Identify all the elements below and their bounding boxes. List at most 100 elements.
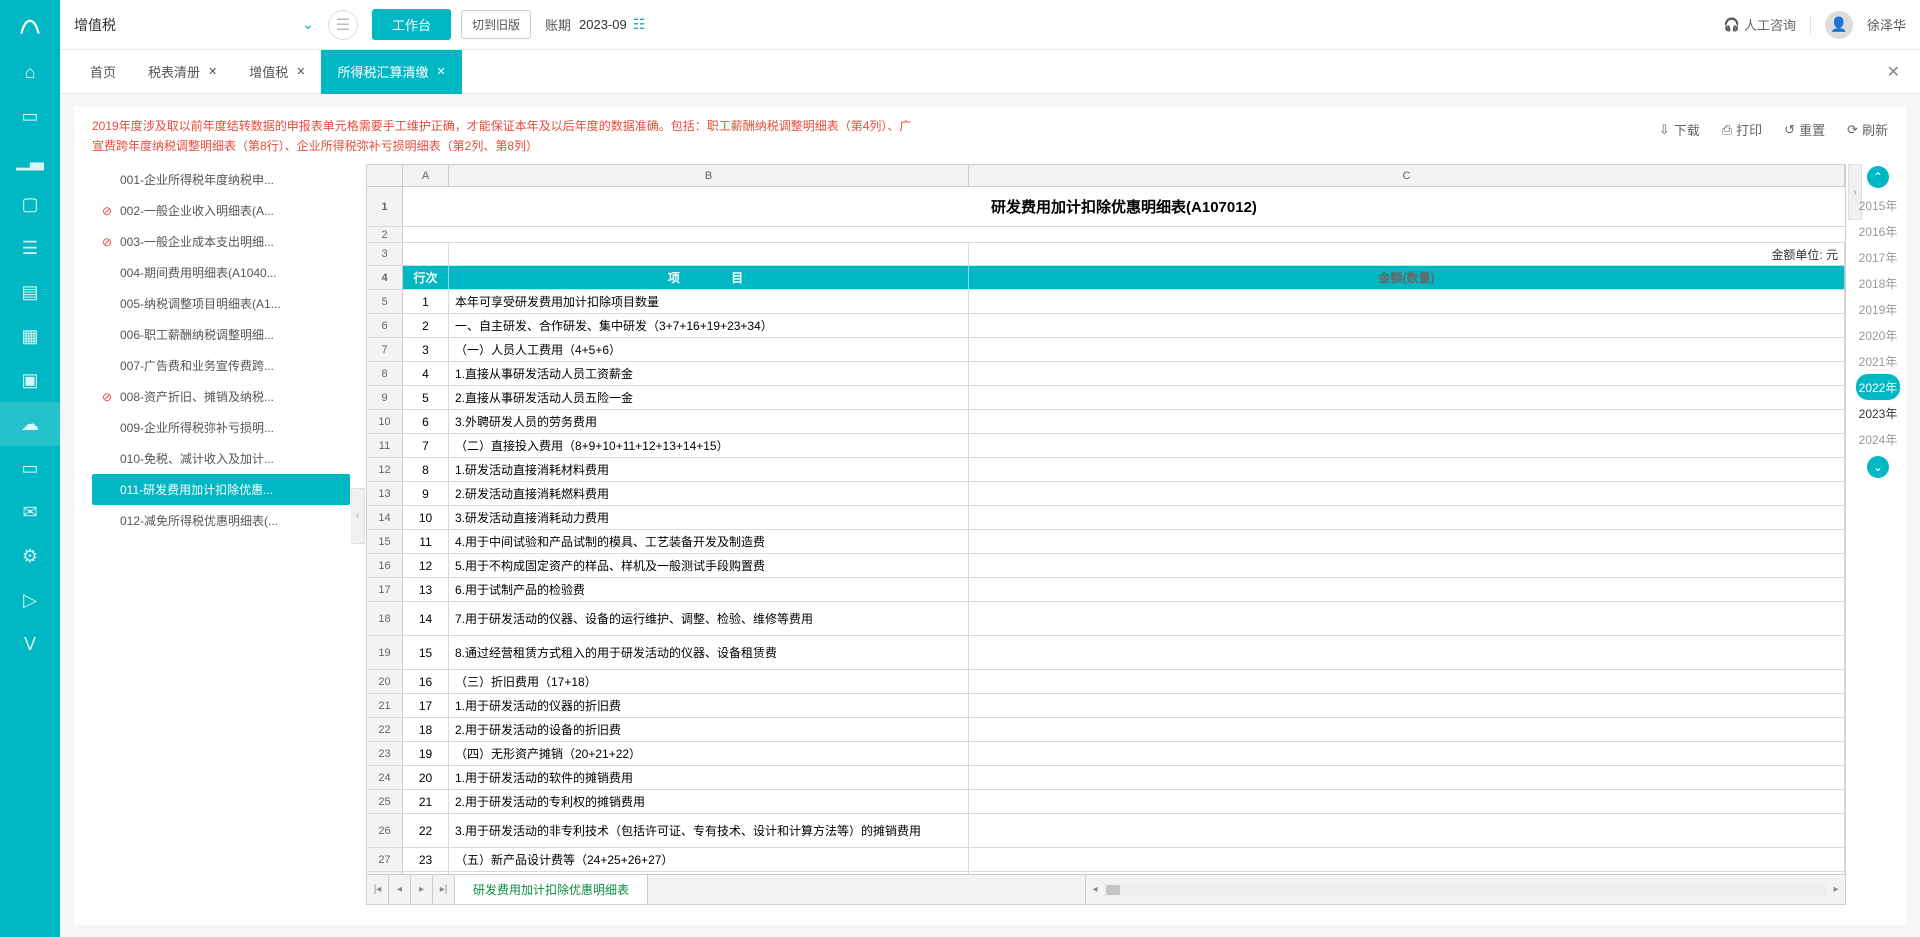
cell-b[interactable]: 6.用于试制产品的检验费 xyxy=(449,578,969,601)
circle-doc-button[interactable]: ☰ xyxy=(328,10,358,40)
year-2019年[interactable]: 2019年 xyxy=(1856,296,1900,322)
cell-b[interactable]: 1.用于研发活动的仪器的折旧费 xyxy=(449,694,969,717)
cell-b[interactable] xyxy=(449,243,969,265)
cell-b[interactable]: 5.用于不构成固定资产的样品、样机及一般测试手段购置费 xyxy=(449,554,969,577)
nav-inbox-icon[interactable]: ✉ xyxy=(0,490,60,534)
hscroll-thumb[interactable] xyxy=(1106,885,1120,895)
cell-c[interactable] xyxy=(969,554,1845,577)
cell-b[interactable]: 项 目 xyxy=(449,266,969,289)
cell-c[interactable] xyxy=(969,602,1845,635)
cell-b[interactable]: 8.通过经营租赁方式租入的用于研发活动的仪器、设备租赁费 xyxy=(449,636,969,669)
nav-archive-icon[interactable]: ▭ xyxy=(0,446,60,490)
cell-c[interactable] xyxy=(969,434,1845,457)
sheet-nav-prev[interactable]: ◂ xyxy=(389,875,411,904)
horizontal-scrollbar[interactable]: ◂ ▸ xyxy=(1085,875,1845,904)
nav-chart-icon[interactable]: ▁▃ xyxy=(0,138,60,182)
tree-item-3[interactable]: 004-期间费用明细表(A1040... xyxy=(92,257,350,288)
cell-a[interactable]: 10 xyxy=(403,506,449,529)
cell-b[interactable]: 3.用于研发活动的非专利技术（包括许可证、专有技术、设计和计算方法等）的摊销费用 xyxy=(449,814,969,847)
cell-a[interactable]: 3 xyxy=(403,338,449,361)
col-header-b[interactable]: B xyxy=(449,165,969,186)
corner-cell[interactable] xyxy=(367,165,403,186)
year-2018年[interactable]: 2018年 xyxy=(1856,270,1900,296)
tree-item-10[interactable]: 011-研发费用加计扣除优惠... xyxy=(92,474,350,505)
tree-item-4[interactable]: 005-纳税调整项目明细表(A1... xyxy=(92,288,350,319)
period-value[interactable]: 2023-09 xyxy=(579,17,627,32)
cell-b[interactable]: （三）折旧费用（17+18） xyxy=(449,670,969,693)
cell-a[interactable]: 15 xyxy=(403,636,449,669)
print-button[interactable]: ⎙打印 xyxy=(1722,120,1762,139)
year-2017年[interactable]: 2017年 xyxy=(1856,244,1900,270)
cell-c[interactable] xyxy=(969,742,1845,765)
cell-a[interactable]: 19 xyxy=(403,742,449,765)
cell-c[interactable] xyxy=(969,718,1845,741)
cell-c[interactable] xyxy=(969,578,1845,601)
sheet-nav-next[interactable]: ▸ xyxy=(411,875,433,904)
cell-a[interactable]: 7 xyxy=(403,434,449,457)
tree-item-11[interactable]: 012-减免所得税优惠明细表(... xyxy=(92,505,350,536)
nav-tax-icon[interactable]: ☁ xyxy=(0,402,60,446)
switch-old-button[interactable]: 切到旧版 xyxy=(461,10,531,39)
cell-c[interactable] xyxy=(969,694,1845,717)
cell-a[interactable]: 9 xyxy=(403,482,449,505)
cell-c[interactable] xyxy=(969,362,1845,385)
cell-c[interactable] xyxy=(969,636,1845,669)
cell-a[interactable]: 17 xyxy=(403,694,449,717)
nav-doc-icon[interactable]: ▭ xyxy=(0,94,60,138)
year-2023年[interactable]: 2023年 xyxy=(1856,400,1900,426)
cell-c[interactable] xyxy=(969,530,1845,553)
workspace-button[interactable]: 工作台 xyxy=(372,9,451,40)
reset-button[interactable]: ↺重置 xyxy=(1784,120,1825,139)
cell-c[interactable] xyxy=(969,290,1845,313)
hscroll-left-icon[interactable]: ◂ xyxy=(1086,884,1104,895)
cell-b[interactable]: 1.用于研发活动的软件的摊销费用 xyxy=(449,766,969,789)
row-number[interactable]: 5 xyxy=(367,290,403,313)
tab-1[interactable]: 税表清册✕ xyxy=(132,50,233,94)
cell-c[interactable] xyxy=(969,848,1845,871)
tab-0[interactable]: 首页 xyxy=(74,50,132,94)
cell-c[interactable] xyxy=(969,386,1845,409)
row-number[interactable]: 19 xyxy=(367,636,403,669)
row-number[interactable]: 18 xyxy=(367,602,403,635)
year-2020年[interactable]: 2020年 xyxy=(1856,322,1900,348)
row-number[interactable]: 21 xyxy=(367,694,403,717)
row-number[interactable]: 2 xyxy=(367,227,403,242)
row-number[interactable]: 3 xyxy=(367,243,403,265)
tree-item-8[interactable]: 009-企业所得税弥补亏损明... xyxy=(92,412,350,443)
cell-a[interactable]: 6 xyxy=(403,410,449,433)
cell-b[interactable]: （四）无形资产摊销（20+21+22） xyxy=(449,742,969,765)
cell-b[interactable]: 2.用于研发活动的设备的折旧费 xyxy=(449,718,969,741)
year-scroll-up[interactable]: ⌃ xyxy=(1867,166,1889,188)
nav-settings-icon[interactable]: ⚙ xyxy=(0,534,60,578)
cell-c[interactable] xyxy=(969,670,1845,693)
cell-c[interactable] xyxy=(969,410,1845,433)
cell-a[interactable]: 12 xyxy=(403,554,449,577)
cell-a[interactable]: 20 xyxy=(403,766,449,789)
cell-a[interactable]: 18 xyxy=(403,718,449,741)
tree-item-2[interactable]: ⊘003-一般企业成本支出明细... xyxy=(92,226,350,257)
row-number[interactable]: 23 xyxy=(367,742,403,765)
close-icon[interactable]: ✕ xyxy=(437,65,446,78)
row-number[interactable]: 6 xyxy=(367,314,403,337)
cell-b[interactable]: （一）人员人工费用（4+5+6） xyxy=(449,338,969,361)
cell-a[interactable]: 22 xyxy=(403,814,449,847)
grid-body[interactable]: 1研发费用加计扣除优惠明细表(A107012)23金额单位: 元4行次项 目金额… xyxy=(367,187,1845,874)
cell-c[interactable]: 金额(数量) xyxy=(969,266,1845,289)
sheet-tab-active[interactable]: 研发费用加计扣除优惠明细表 xyxy=(455,875,648,904)
hscroll-right-icon[interactable]: ▸ xyxy=(1827,884,1845,895)
cell-c[interactable] xyxy=(969,314,1845,337)
row-number[interactable]: 13 xyxy=(367,482,403,505)
close-icon[interactable]: ✕ xyxy=(208,65,217,78)
cell-c[interactable] xyxy=(969,790,1845,813)
row-number[interactable]: 4 xyxy=(367,266,403,289)
row-number[interactable]: 15 xyxy=(367,530,403,553)
row-number[interactable]: 24 xyxy=(367,766,403,789)
cell-b[interactable]: 本年可享受研发费用加计扣除项目数量 xyxy=(449,290,969,313)
year-scroll-down[interactable]: ⌄ xyxy=(1867,456,1889,478)
cell-a[interactable]: 4 xyxy=(403,362,449,385)
cell-b[interactable]: 3.外聘研发人员的劳务费用 xyxy=(449,410,969,433)
cell-a[interactable]: 13 xyxy=(403,578,449,601)
tree-item-6[interactable]: 007-广告费和业务宣传费跨... xyxy=(92,350,350,381)
nav-report-icon[interactable]: ▤ xyxy=(0,270,60,314)
row-number[interactable]: 10 xyxy=(367,410,403,433)
